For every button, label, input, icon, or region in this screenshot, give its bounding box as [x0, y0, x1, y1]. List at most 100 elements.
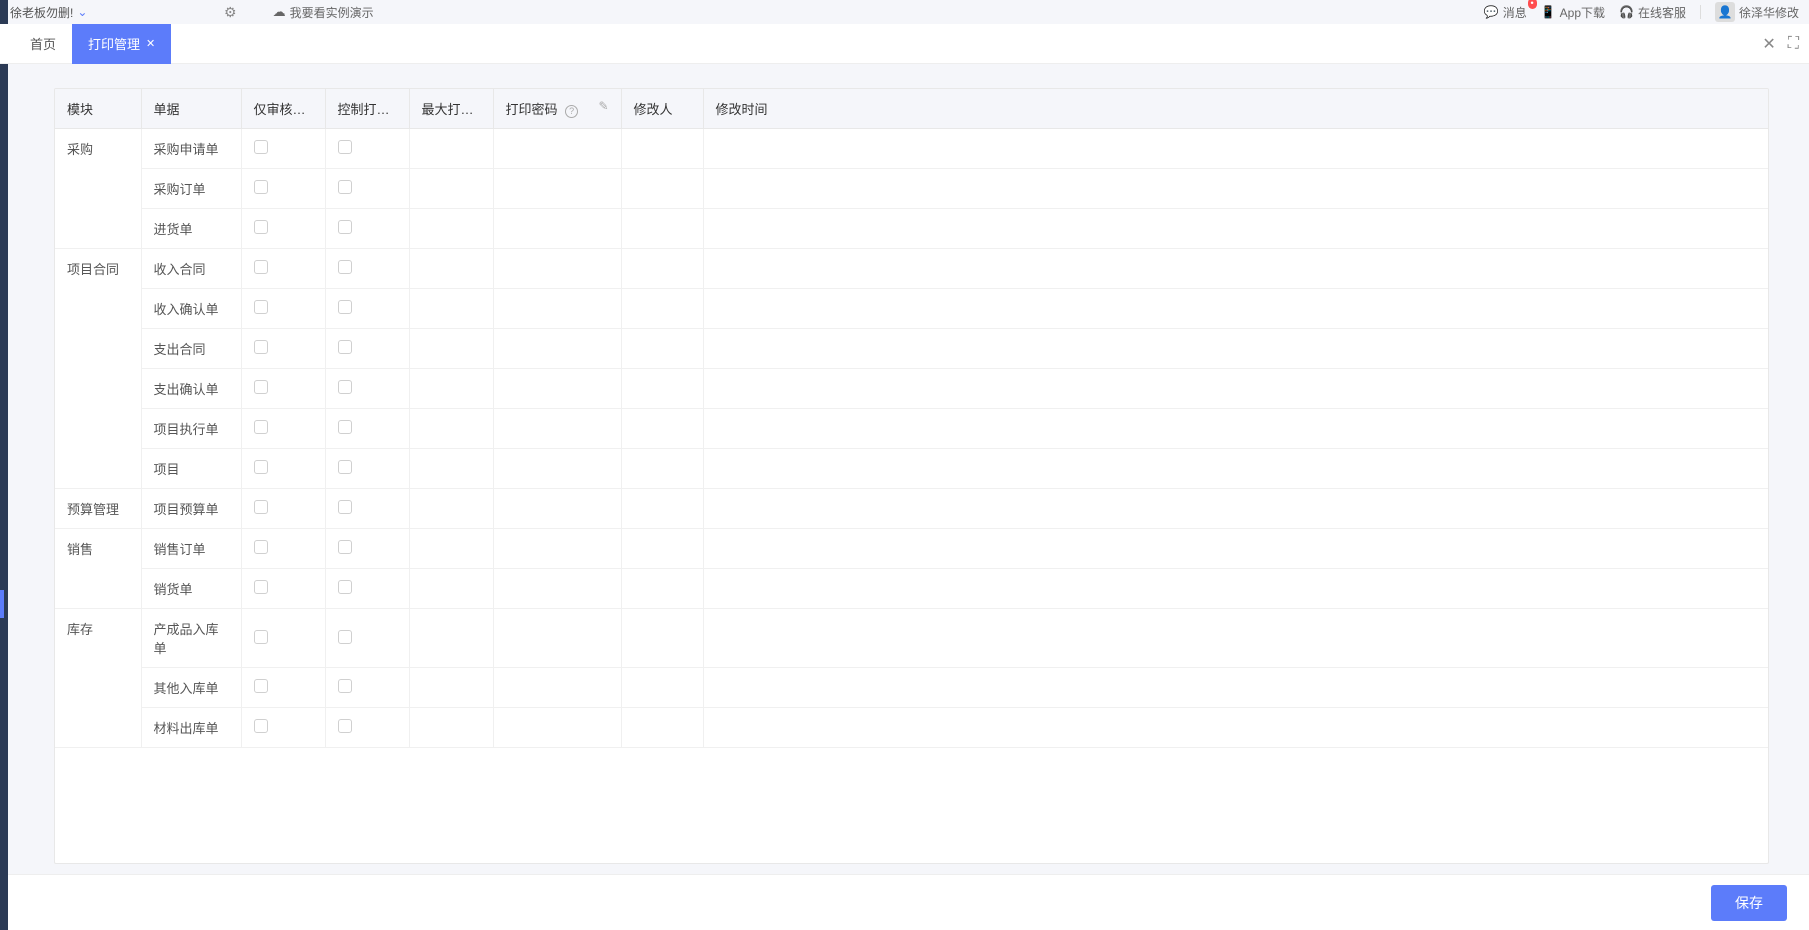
control-checkbox[interactable]	[338, 719, 352, 733]
audit-cell	[241, 489, 325, 529]
max-cell[interactable]	[409, 609, 493, 668]
max-cell[interactable]	[409, 129, 493, 169]
audit-checkbox[interactable]	[254, 180, 268, 194]
doc-cell: 产成品入库单	[141, 609, 241, 668]
control-checkbox[interactable]	[338, 580, 352, 594]
password-cell[interactable]	[493, 449, 621, 489]
table-row: 支出确认单	[55, 369, 1768, 409]
org-selector[interactable]: 徐老板勿删! ⌄	[10, 4, 210, 21]
messages-link[interactable]: 💬 消息 •	[1484, 4, 1527, 21]
max-cell[interactable]	[409, 449, 493, 489]
avatar: 👤	[1715, 2, 1735, 22]
max-cell[interactable]	[409, 708, 493, 748]
user-menu[interactable]: 👤 徐泽华修改	[1715, 2, 1799, 22]
message-icon: 💬	[1484, 5, 1499, 19]
password-cell[interactable]	[493, 529, 621, 569]
password-cell[interactable]	[493, 329, 621, 369]
time-cell	[703, 708, 1768, 748]
help-icon[interactable]: ?	[565, 105, 578, 118]
audit-checkbox[interactable]	[254, 580, 268, 594]
password-cell[interactable]	[493, 609, 621, 668]
app-download-link[interactable]: 📱 App下载	[1541, 4, 1605, 21]
max-cell[interactable]	[409, 409, 493, 449]
table-row: 其他入库单	[55, 668, 1768, 708]
demo-link[interactable]: ☁ 我要看实例演示	[273, 4, 374, 21]
audit-cell	[241, 708, 325, 748]
max-cell[interactable]	[409, 569, 493, 609]
edit-icon[interactable]: ✎	[598, 99, 608, 113]
control-checkbox[interactable]	[338, 630, 352, 644]
password-cell[interactable]	[493, 409, 621, 449]
control-checkbox[interactable]	[338, 420, 352, 434]
password-cell[interactable]	[493, 129, 621, 169]
max-cell[interactable]	[409, 169, 493, 209]
modifier-cell	[621, 249, 703, 289]
control-checkbox[interactable]	[338, 380, 352, 394]
max-cell[interactable]	[409, 289, 493, 329]
modifier-cell	[621, 708, 703, 748]
password-cell[interactable]	[493, 569, 621, 609]
max-cell[interactable]	[409, 369, 493, 409]
audit-cell	[241, 289, 325, 329]
audit-checkbox[interactable]	[254, 220, 268, 234]
control-checkbox[interactable]	[338, 500, 352, 514]
modifier-cell	[621, 668, 703, 708]
max-cell[interactable]	[409, 249, 493, 289]
password-cell[interactable]	[493, 289, 621, 329]
audit-checkbox[interactable]	[254, 460, 268, 474]
max-cell[interactable]	[409, 529, 493, 569]
control-checkbox[interactable]	[338, 340, 352, 354]
footer: 保存	[0, 874, 1809, 930]
audit-checkbox[interactable]	[254, 679, 268, 693]
control-checkbox[interactable]	[338, 460, 352, 474]
password-cell[interactable]	[493, 489, 621, 529]
control-checkbox[interactable]	[338, 220, 352, 234]
save-button[interactable]: 保存	[1711, 885, 1787, 921]
password-cell[interactable]	[493, 369, 621, 409]
audit-cell	[241, 529, 325, 569]
close-all-icon[interactable]: ✕	[1762, 34, 1775, 54]
audit-checkbox[interactable]	[254, 540, 268, 554]
audit-checkbox[interactable]	[254, 300, 268, 314]
tabbar: 首页 打印管理 ✕ ✕ ⛶	[0, 24, 1809, 64]
max-cell[interactable]	[409, 209, 493, 249]
control-checkbox[interactable]	[338, 679, 352, 693]
tab-print-management[interactable]: 打印管理 ✕	[72, 24, 171, 64]
control-checkbox[interactable]	[338, 140, 352, 154]
fullscreen-icon[interactable]: ⛶	[1788, 35, 1799, 53]
control-checkbox[interactable]	[338, 260, 352, 274]
modifier-cell	[621, 409, 703, 449]
audit-checkbox[interactable]	[254, 420, 268, 434]
password-cell[interactable]	[493, 668, 621, 708]
gear-icon[interactable]: ⚙	[224, 4, 237, 21]
password-cell[interactable]	[493, 708, 621, 748]
control-checkbox[interactable]	[338, 300, 352, 314]
max-cell[interactable]	[409, 329, 493, 369]
control-cell	[325, 369, 409, 409]
audit-checkbox[interactable]	[254, 719, 268, 733]
divider	[1700, 5, 1701, 19]
audit-checkbox[interactable]	[254, 140, 268, 154]
time-cell	[703, 569, 1768, 609]
audit-checkbox[interactable]	[254, 380, 268, 394]
doc-cell: 采购订单	[141, 169, 241, 209]
audit-checkbox[interactable]	[254, 260, 268, 274]
max-cell[interactable]	[409, 668, 493, 708]
password-cell[interactable]	[493, 169, 621, 209]
col-header-pwd: 打印密码 ? ✎	[493, 89, 621, 129]
customer-service-link[interactable]: 🎧 在线客服	[1619, 4, 1686, 21]
audit-checkbox[interactable]	[254, 500, 268, 514]
time-cell	[703, 409, 1768, 449]
password-cell[interactable]	[493, 209, 621, 249]
table-row: 项目	[55, 449, 1768, 489]
close-icon[interactable]: ✕	[146, 37, 155, 50]
audit-checkbox[interactable]	[254, 630, 268, 644]
audit-cell	[241, 369, 325, 409]
time-cell	[703, 529, 1768, 569]
tab-home[interactable]: 首页	[14, 24, 72, 64]
control-checkbox[interactable]	[338, 540, 352, 554]
control-checkbox[interactable]	[338, 180, 352, 194]
max-cell[interactable]	[409, 489, 493, 529]
password-cell[interactable]	[493, 249, 621, 289]
audit-checkbox[interactable]	[254, 340, 268, 354]
